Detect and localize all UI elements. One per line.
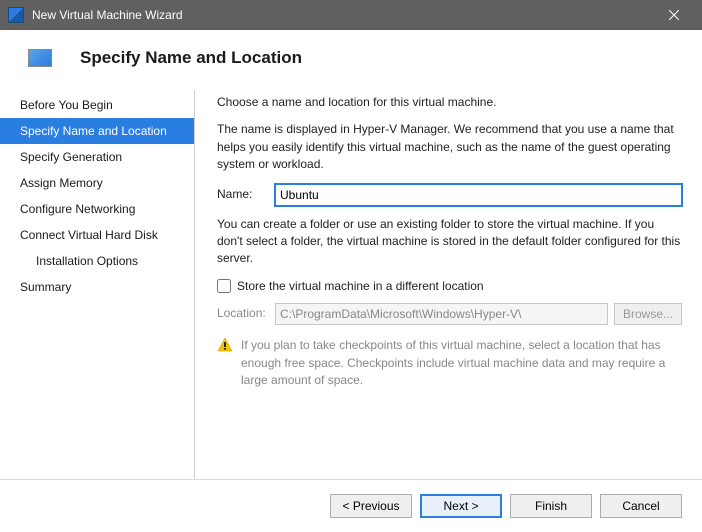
store-location-checkbox[interactable] bbox=[217, 279, 231, 293]
next-button[interactable]: Next > bbox=[420, 494, 502, 518]
step-assign-memory[interactable]: Assign Memory bbox=[0, 170, 195, 196]
app-icon bbox=[8, 7, 24, 23]
cancel-button[interactable]: Cancel bbox=[600, 494, 682, 518]
store-location-label: Store the virtual machine in a different… bbox=[237, 278, 484, 295]
close-button[interactable] bbox=[654, 0, 694, 30]
window-title: New Virtual Machine Wizard bbox=[32, 8, 654, 22]
name-row: Name: bbox=[217, 184, 682, 206]
location-row: Location: Browse... bbox=[217, 303, 682, 325]
warning-row: If you plan to take checkpoints of this … bbox=[217, 337, 682, 389]
step-before-you-begin[interactable]: Before You Begin bbox=[0, 92, 195, 118]
warning-text: If you plan to take checkpoints of this … bbox=[241, 337, 682, 389]
close-icon bbox=[669, 10, 679, 20]
titlebar: New Virtual Machine Wizard bbox=[0, 0, 702, 30]
step-summary[interactable]: Summary bbox=[0, 274, 195, 300]
location-input bbox=[275, 303, 608, 325]
step-specify-name-location[interactable]: Specify Name and Location bbox=[0, 118, 195, 144]
previous-button[interactable]: < Previous bbox=[330, 494, 412, 518]
wizard-body: Before You Begin Specify Name and Locati… bbox=[0, 82, 702, 487]
location-label: Location: bbox=[217, 305, 275, 322]
name-help-text: The name is displayed in Hyper-V Manager… bbox=[217, 121, 682, 173]
step-connect-vhd[interactable]: Connect Virtual Hard Disk bbox=[0, 222, 195, 248]
wizard-header: Specify Name and Location bbox=[0, 30, 702, 82]
step-installation-options[interactable]: Installation Options bbox=[0, 248, 195, 274]
step-specify-generation[interactable]: Specify Generation bbox=[0, 144, 195, 170]
finish-button[interactable]: Finish bbox=[510, 494, 592, 518]
content-area: Choose a name and location for this virt… bbox=[195, 82, 702, 487]
warning-icon bbox=[217, 337, 233, 389]
wizard-footer: < Previous Next > Finish Cancel bbox=[0, 479, 702, 532]
vm-icon bbox=[28, 49, 52, 67]
steps-sidebar: Before You Begin Specify Name and Locati… bbox=[0, 82, 195, 487]
intro-text: Choose a name and location for this virt… bbox=[217, 94, 682, 111]
step-configure-networking[interactable]: Configure Networking bbox=[0, 196, 195, 222]
store-location-row: Store the virtual machine in a different… bbox=[217, 278, 682, 295]
browse-button: Browse... bbox=[614, 303, 682, 325]
name-label: Name: bbox=[217, 186, 275, 203]
page-title: Specify Name and Location bbox=[80, 48, 302, 68]
folder-help-text: You can create a folder or use an existi… bbox=[217, 216, 682, 268]
name-input[interactable] bbox=[275, 184, 682, 206]
